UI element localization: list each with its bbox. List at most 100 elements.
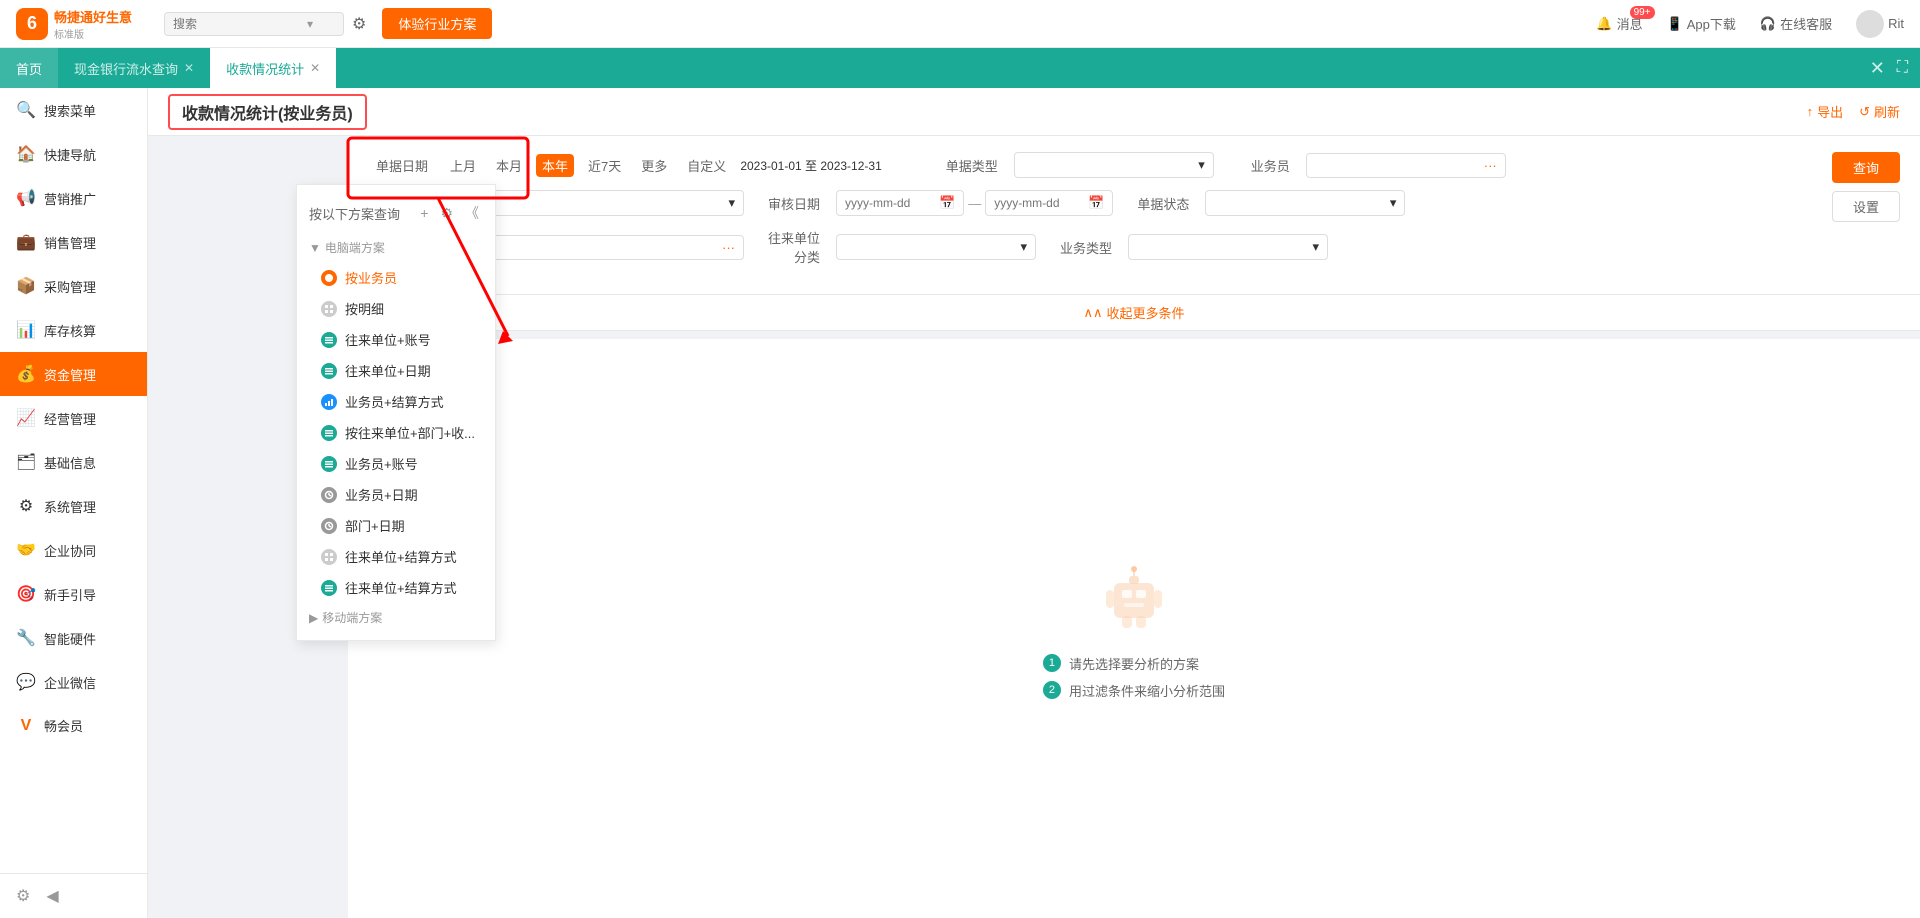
audit-date-to-input[interactable]: 📅	[985, 190, 1113, 216]
scheme-item-salesman-account[interactable]: 业务员+账号	[297, 448, 495, 479]
collapse-bar[interactable]: ∧∧ 收起更多条件	[348, 295, 1920, 331]
salesman-select[interactable]: ···	[1306, 153, 1506, 178]
audit-from-field[interactable]	[845, 196, 935, 210]
sidebar-item-sales[interactable]: 💼 销售管理	[0, 220, 147, 264]
tab-home[interactable]: 首页	[0, 48, 58, 88]
chevron-down-icon-class: ▾	[1020, 239, 1027, 255]
query-button[interactable]: 查询	[1832, 152, 1900, 183]
sidebar-item-system[interactable]: ⚙ 系统管理	[0, 484, 147, 528]
biz-type-label: 业务类型	[1052, 238, 1112, 257]
sidebar-item-nav[interactable]: 🏠 快捷导航	[0, 132, 147, 176]
scheme-item-icon-salesman-account	[321, 456, 337, 472]
search-chevron-icon[interactable]: ▾	[303, 17, 317, 31]
scheme-settings-button[interactable]: ⚙	[436, 201, 457, 225]
sidebar-settings-button[interactable]: ⚙	[16, 886, 30, 906]
messages-btn[interactable]: 🔔 消息 99+	[1596, 14, 1642, 33]
scheme-item-icon-unit-payment2	[321, 580, 337, 596]
sidebar-item-finance[interactable]: 💰 资金管理	[0, 352, 147, 396]
export-icon: ↑	[1807, 104, 1814, 119]
scheme-item-unit-dept-collect[interactable]: 按往来单位+部门+收...	[297, 417, 495, 448]
more-icon: ···	[1484, 158, 1497, 173]
doc-status-select[interactable]: ▾	[1205, 190, 1405, 216]
biz-type-select[interactable]: ▾	[1128, 234, 1328, 260]
scheme-panel-header: 按以下方案查询 + ⚙ 《	[297, 193, 495, 233]
search-icon: 🔍	[16, 100, 36, 120]
sidebar-collapse-button[interactable]: ◀	[46, 886, 58, 906]
scheme-group-mobile[interactable]: ▶ 移动端方案	[297, 603, 495, 632]
download-icon: 📱	[1667, 16, 1683, 32]
calendar-icon-2: 📅	[1088, 195, 1104, 211]
audit-to-field[interactable]	[994, 196, 1084, 210]
top-search-area[interactable]: ▾	[164, 12, 344, 36]
date-btn-last-month[interactable]: 上月	[444, 154, 482, 177]
sidebar-item-search[interactable]: 🔍 搜索菜单	[0, 88, 147, 132]
sidebar-item-enterprise[interactable]: 🤝 企业协同	[0, 528, 147, 572]
date-btn-this-year[interactable]: 本年	[536, 154, 574, 177]
scheme-panel-header-actions: + ⚙ 《	[416, 201, 483, 225]
scheme-item-by-detail[interactable]: 按明细	[297, 293, 495, 324]
date-btn-custom[interactable]: 自定义	[681, 154, 732, 177]
filter-settings-button[interactable]: 设置	[1832, 191, 1900, 222]
tab-close-bank[interactable]: ✕	[184, 62, 194, 74]
scheme-item-unit-date[interactable]: 往来单位+日期	[297, 355, 495, 386]
wechat-icon: 💬	[16, 672, 36, 692]
date-btn-this-month[interactable]: 本月	[490, 154, 528, 177]
doc-type-label: 单据类型	[938, 156, 998, 175]
sidebar-item-marketing[interactable]: 📢 营销推广	[0, 176, 147, 220]
empty-tip-1: 1 请先选择要分析的方案	[1043, 654, 1225, 673]
export-button[interactable]: ↑ 导出	[1807, 102, 1844, 121]
scheme-item-salesman-payment[interactable]: 业务员+结算方式	[297, 386, 495, 417]
scheme-group-desktop[interactable]: ▼ 电脑端方案	[297, 233, 495, 262]
chevron-down-icon-dept: ▾	[728, 195, 735, 211]
content-area: 收款情况统计(按业务员) ↑ 导出 ↺ 刷新 按以下方案查询 +	[148, 88, 1920, 918]
app-download-btn[interactable]: 📱 App下载	[1667, 14, 1736, 33]
salesman-label: 业务员	[1230, 156, 1290, 175]
sidebar-item-member[interactable]: V 畅会员	[0, 704, 147, 747]
sidebar-item-wechat[interactable]: 💬 企业微信	[0, 660, 147, 704]
date-label: 单据日期	[368, 156, 428, 175]
top-bar: 6 畅捷通好生意 标准版 ▾ ⚙ 体验行业方案 🔔 消息 99+ 📱 App下载…	[0, 0, 1920, 48]
date-btn-more[interactable]: 更多	[635, 154, 673, 177]
scheme-panel: 按以下方案查询 + ⚙ 《 ▼ 电脑端方案 按业务员	[296, 184, 496, 641]
trial-button[interactable]: 体验行业方案	[382, 8, 492, 39]
chevron-down-icon: ▾	[1198, 157, 1205, 173]
top-search-input[interactable]	[173, 17, 303, 31]
refresh-button[interactable]: ↺ 刷新	[1859, 102, 1900, 121]
date-btn-7days[interactable]: 近7天	[582, 154, 627, 177]
tab-bank[interactable]: 现金银行流水查询 ✕	[58, 48, 210, 88]
scheme-item-unit-account[interactable]: 往来单位+账号	[297, 324, 495, 355]
scheme-item-unit-payment2[interactable]: 往来单位+结算方式	[297, 572, 495, 603]
user-avatar-area[interactable]: Rit	[1856, 10, 1904, 38]
tab-close-window[interactable]: ✕	[1870, 58, 1885, 79]
sidebar-item-operations[interactable]: 📈 经营管理	[0, 396, 147, 440]
chevron-down-icon-biz: ▾	[1312, 239, 1319, 255]
sales-icon: 💼	[16, 232, 36, 252]
scheme-item-by-salesman[interactable]: 按业务员	[297, 262, 495, 293]
scheme-collapse-button[interactable]: 《	[461, 201, 483, 225]
sidebar-item-purchase[interactable]: 📦 采购管理	[0, 264, 147, 308]
sidebar-item-guide[interactable]: 🎯 新手引导	[0, 572, 147, 616]
doc-type-select[interactable]: ▾	[1014, 152, 1214, 178]
sidebar-item-hardware[interactable]: 🔧 智能硬件	[0, 616, 147, 660]
scheme-item-unit-payment1[interactable]: 往来单位+结算方式	[297, 541, 495, 572]
counterpart-class-select[interactable]: ▾	[836, 234, 1036, 260]
tab-close-collection[interactable]: ✕	[310, 62, 320, 74]
counterpart-class-label: 往来单位分类	[760, 228, 820, 266]
tab-expand[interactable]: ⛶	[1897, 59, 1908, 77]
scheme-item-icon-unit-dept	[321, 425, 337, 441]
online-service-btn[interactable]: 🎧 在线客服	[1760, 14, 1832, 33]
sidebar-item-inventory[interactable]: 📊 库存核算	[0, 308, 147, 352]
scheme-item-dept-date[interactable]: 部门+日期	[297, 510, 495, 541]
inventory-icon: 📊	[16, 320, 36, 340]
audit-date-from-input[interactable]: 📅	[836, 190, 964, 216]
scheme-panel-title: 按以下方案查询	[309, 204, 400, 223]
sidebar-item-base[interactable]: 🗂 基础信息	[0, 440, 147, 484]
scheme-add-button[interactable]: +	[416, 201, 432, 225]
settings-icon[interactable]: ⚙	[352, 14, 366, 34]
date-range-text: 2023-01-01 至 2023-12-31	[740, 157, 881, 174]
member-icon: V	[16, 717, 36, 735]
avatar	[1856, 10, 1884, 38]
scheme-item-salesman-date[interactable]: 业务员+日期	[297, 479, 495, 510]
scheme-item-icon-detail	[321, 301, 337, 317]
tab-collection[interactable]: 收款情况统计 ✕	[210, 48, 336, 88]
